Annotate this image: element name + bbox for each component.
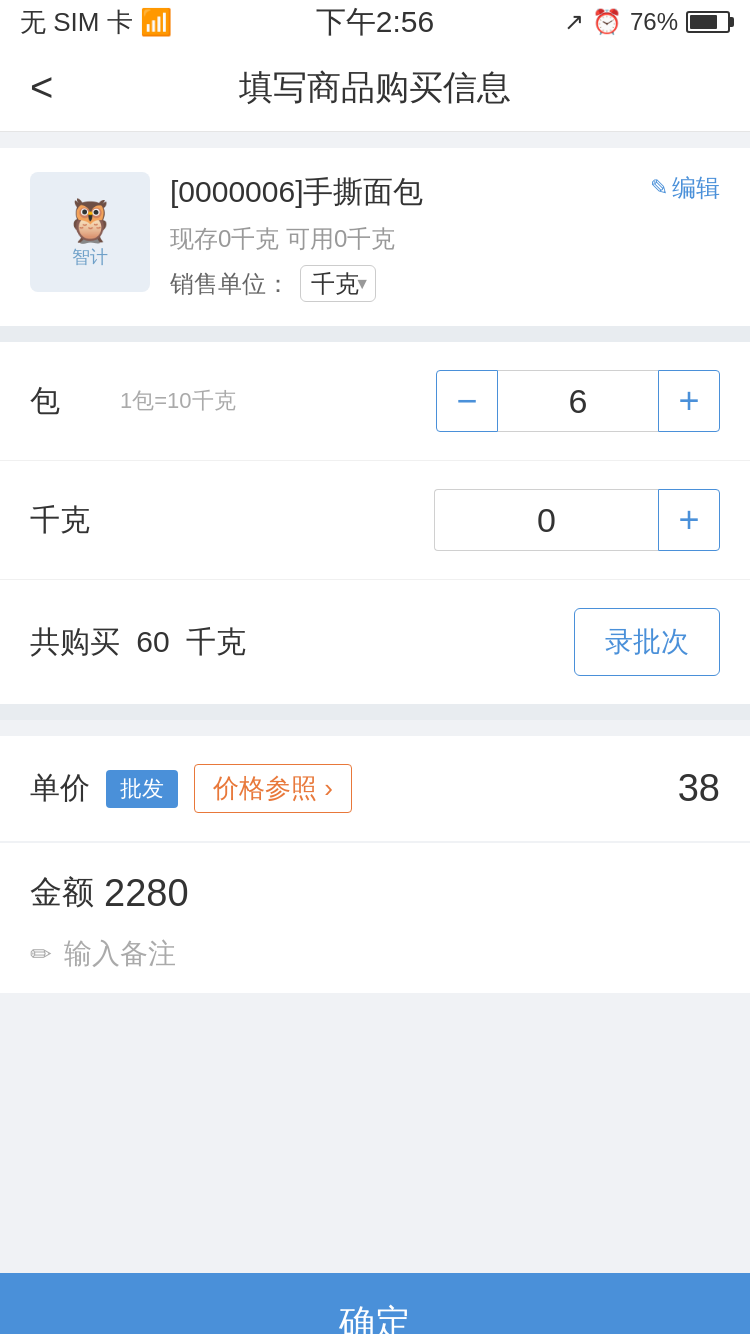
note-icon: ✏ xyxy=(30,939,52,970)
bao-sublabel: 1包=10千克 xyxy=(120,386,436,416)
price-tag: 批发 xyxy=(106,770,178,808)
amount-value: 2280 xyxy=(104,872,189,915)
price-ref-button[interactable]: 价格参照 › xyxy=(194,764,352,813)
confirm-button[interactable]: 确定 xyxy=(0,1273,750,1334)
edit-label: 编辑 xyxy=(672,172,720,204)
kg-input[interactable] xyxy=(434,489,658,551)
amount-row: 金额 2280 xyxy=(30,871,720,915)
edit-icon: ✎ xyxy=(650,175,668,201)
bao-controls: − + xyxy=(436,370,720,432)
back-button[interactable]: < xyxy=(30,65,53,110)
bao-minus-button[interactable]: − xyxy=(436,370,498,432)
product-stock: 现存0千克 可用0千克 xyxy=(170,223,720,255)
bao-plus-button[interactable]: + xyxy=(658,370,720,432)
note-placeholder: 输入备注 xyxy=(64,935,176,973)
unit-select[interactable]: 千克 xyxy=(300,265,376,302)
total-text: 共购买 60 千克 xyxy=(30,622,246,663)
kg-controls: + xyxy=(434,489,720,551)
product-info: [0000006]手撕面包 ✎ 编辑 现存0千克 可用0千克 销售单位： 千克 xyxy=(170,172,720,302)
product-thumbnail-label: 智计 xyxy=(72,245,108,269)
total-amount: 60 xyxy=(136,625,169,658)
location-icon: ↗ xyxy=(564,8,584,36)
kg-plus-button[interactable]: + xyxy=(658,489,720,551)
status-left: 无 SIM 卡 📶 xyxy=(20,5,172,40)
total-label: 共购买 xyxy=(30,625,120,658)
battery-icon xyxy=(686,11,730,33)
total-unit: 千克 xyxy=(186,625,246,658)
kg-row: 千克 + xyxy=(0,461,750,580)
note-row[interactable]: ✏ 输入备注 xyxy=(30,935,720,973)
amount-section: 金额 2280 ✏ 输入备注 xyxy=(0,843,750,993)
product-card: 🦉 智计 [0000006]手撕面包 ✎ 编辑 现存0千克 可用0千克 销售单位… xyxy=(0,148,750,326)
price-label: 单价 xyxy=(30,768,90,809)
product-thumbnail: 🦉 智计 xyxy=(30,172,150,292)
nav-bar: < 填写商品购买信息 xyxy=(0,44,750,132)
battery-percent: 76% xyxy=(630,8,678,36)
divider-2 xyxy=(0,704,750,720)
status-right: ↗ ⏰ 76% xyxy=(564,8,730,36)
bao-label: 包 xyxy=(30,381,110,422)
alarm-icon: ⏰ xyxy=(592,8,622,36)
price-section: 单价 批发 价格参照 › 38 xyxy=(0,736,750,841)
price-value: 38 xyxy=(678,767,720,810)
status-time: 下午2:56 xyxy=(316,2,434,43)
product-name: [0000006]手撕面包 xyxy=(170,172,423,213)
total-row: 共购买 60 千克 录批次 xyxy=(0,580,750,704)
product-unit-row: 销售单位： 千克 xyxy=(170,265,720,302)
kg-label: 千克 xyxy=(30,500,110,541)
divider-1 xyxy=(0,326,750,342)
bao-input[interactable] xyxy=(498,370,658,432)
unit-select-wrap[interactable]: 千克 xyxy=(300,265,376,302)
status-bar: 无 SIM 卡 📶 下午2:56 ↗ ⏰ 76% xyxy=(0,0,750,44)
product-owl-icon: 🦉 xyxy=(64,196,116,245)
unit-label: 销售单位： xyxy=(170,268,290,300)
edit-link[interactable]: ✎ 编辑 xyxy=(650,172,720,204)
bao-row: 包 1包=10千克 − + xyxy=(0,342,750,461)
batch-button[interactable]: 录批次 xyxy=(574,608,720,676)
content-spacer xyxy=(0,993,750,1273)
input-section: 包 1包=10千克 − + 千克 + xyxy=(0,342,750,580)
page-title: 填写商品购买信息 xyxy=(239,65,511,111)
amount-label: 金额 xyxy=(30,871,94,915)
